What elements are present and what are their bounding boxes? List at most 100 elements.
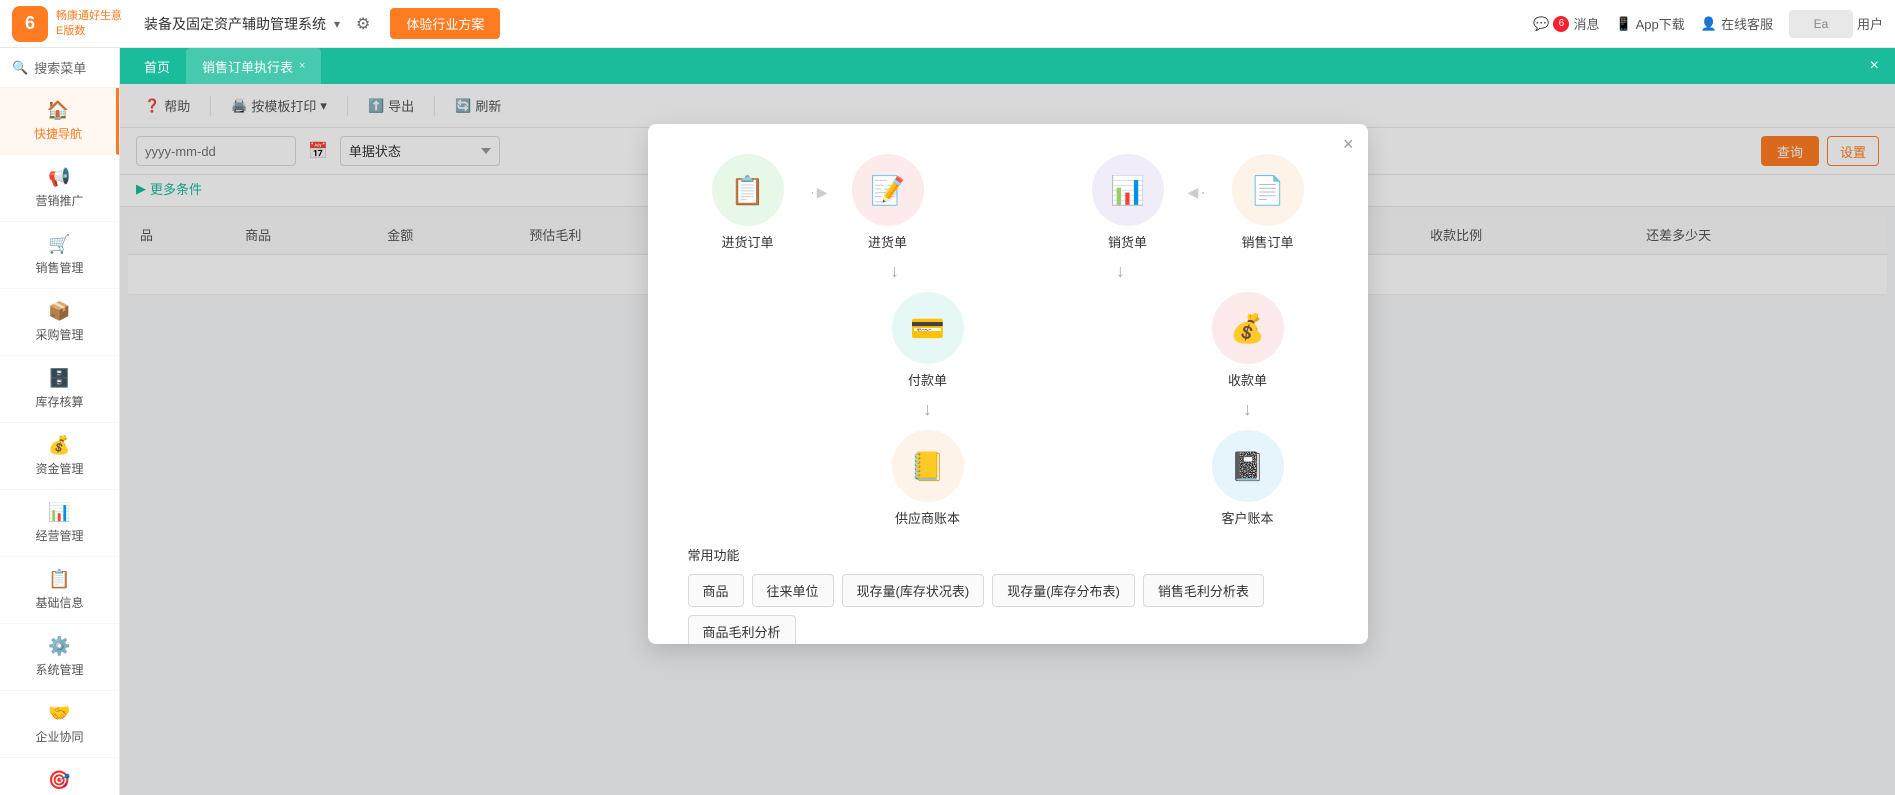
sales-order-icon: 📄 <box>1250 174 1285 207</box>
tab-close-icon[interactable]: × <box>299 60 305 72</box>
inventory-icon: 🗄️ <box>48 368 70 389</box>
sidebar-item-sales[interactable]: 🛒 销售管理 <box>0 222 119 289</box>
modal-close-button[interactable]: × <box>1343 134 1354 155</box>
search-menu[interactable]: 🔍 搜索菜单 <box>0 48 119 88</box>
finance-icon: 💰 <box>48 435 70 456</box>
sales-goods-circle: 📊 <box>1092 154 1164 226</box>
flow-row-arrows: ↓ ↓ <box>688 261 1328 282</box>
arrow-down-2: ↓ <box>1064 261 1177 282</box>
tab-sales-order[interactable]: 销售订单执行表 × <box>186 48 321 84</box>
sidebar-label-system: 系统管理 <box>35 661 83 678</box>
sidebar-item-basic-info[interactable]: 📋 基础信息 <box>0 557 119 624</box>
supplier-ledger-circle: 📒 <box>892 430 964 502</box>
sidebar-label-inventory: 库存核算 <box>35 393 83 410</box>
customer-ledger-label: 客户账本 <box>1221 508 1273 527</box>
purchase-receipt-icon: 📝 <box>870 174 905 207</box>
modal-dialog: × 📋 进货订单 <box>648 124 1368 644</box>
arrow-left-icon-1: ◀ <box>1188 184 1199 201</box>
customer-ledger-circle: 📓 <box>1212 430 1284 502</box>
arrow-down-3: ↓ <box>868 399 988 420</box>
user-item[interactable]: Ea 用户 <box>1789 10 1883 38</box>
payment-in-icon: 💰 <box>1230 312 1265 345</box>
logo-text: 畅康通好生意 E版数 <box>56 9 122 38</box>
modal-overlay[interactable]: × 📋 进货订单 <box>120 84 1895 795</box>
search-icon: 🔍 <box>12 60 28 76</box>
sidebar-item-purchase[interactable]: 📦 采购管理 <box>0 289 119 356</box>
home-icon: 🏠 <box>47 100 69 121</box>
sidebar-item-marketing[interactable]: 📢 营销推广 <box>0 155 119 222</box>
tab-bar: 首页 销售订单执行表 × × <box>120 48 1895 84</box>
tab-close-all-button[interactable]: × <box>1862 53 1887 79</box>
func-btn-product-gross[interactable]: 商品毛利分析 <box>688 615 796 644</box>
func-btn-sales-gross[interactable]: 销售毛利分析表 <box>1143 574 1264 607</box>
online-service-item[interactable]: 👤 在线客服 <box>1701 14 1773 33</box>
arrow-down-1: ↓ <box>838 261 951 282</box>
dashed-line-2 <box>1202 192 1203 194</box>
flow-node-purchase-order[interactable]: 📋 进货订单 <box>688 154 808 251</box>
dropdown-icon[interactable]: ▾ <box>334 17 340 31</box>
flow-row-2: 💳 付款单 💰 收款单 <box>688 292 1328 389</box>
flow-row-1: 📋 进货订单 ▶ <box>688 154 1328 251</box>
flow-node-supplier-ledger[interactable]: 📒 供应商账本 <box>868 430 988 527</box>
message-icon: 💬 <box>1533 16 1549 32</box>
main-layout: 🔍 搜索菜单 🏠 快捷导航 📢 营销推广 🛒 销售管理 📦 采购管理 🗄️ 库存… <box>0 48 1895 795</box>
system-title: 装备及固定资产辅助管理系统 <box>144 14 326 34</box>
modal-body: 📋 进货订单 ▶ <box>648 124 1368 644</box>
sidebar-item-operations[interactable]: 📊 经营管理 <box>0 490 119 557</box>
sidebar-item-inventory[interactable]: 🗄️ 库存核算 <box>0 356 119 423</box>
purchase-order-icon: 📋 <box>730 174 765 207</box>
enterprise-icon: 🤝 <box>48 703 70 724</box>
sidebar-item-finance[interactable]: 💰 资金管理 <box>0 423 119 490</box>
sidebar-label-sales: 销售管理 <box>35 259 83 276</box>
flow-node-payment-out[interactable]: 💳 付款单 <box>868 292 988 389</box>
payment-in-circle: 💰 <box>1212 292 1284 364</box>
search-menu-label: 搜索菜单 <box>34 58 86 77</box>
sidebar-label-quick-nav: 快捷导航 <box>34 125 82 142</box>
func-btn-partner[interactable]: 往来单位 <box>752 574 834 607</box>
sidebar-item-system[interactable]: ⚙️ 系统管理 <box>0 624 119 691</box>
func-btn-stock-dist[interactable]: 现存量(库存分布表) <box>992 574 1135 607</box>
arrow-down-4: ↓ <box>1188 399 1308 420</box>
arrow-right-1: ▶ <box>808 184 828 221</box>
flow-node-purchase-receipt[interactable]: 📝 进货单 <box>828 154 948 251</box>
func-btn-product[interactable]: 商品 <box>688 574 744 607</box>
flow-node-sales-order[interactable]: 📄 销售订单 <box>1208 154 1328 251</box>
flow-node-sales-goods[interactable]: 📊 销货单 <box>1068 154 1188 251</box>
sidebar-item-enterprise[interactable]: 🤝 企业协同 <box>0 691 119 758</box>
sidebar-label-marketing: 营销推广 <box>35 192 83 209</box>
sidebar-item-newbie[interactable]: 🎯 新手引导 <box>0 758 119 795</box>
avatar: Ea <box>1789 10 1853 38</box>
payment-out-label: 付款单 <box>908 370 947 389</box>
sales-goods-icon: 📊 <box>1110 174 1145 207</box>
phone-icon: 📱 <box>1615 16 1631 32</box>
purchase-receipt-circle: 📝 <box>852 154 924 226</box>
header-right: 💬 6 消息 📱 App下载 👤 在线客服 Ea 用户 <box>1533 10 1883 38</box>
settings-icon[interactable]: ⚙ <box>356 14 370 34</box>
func-btn-stock-status[interactable]: 现存量(库存状况表) <box>842 574 985 607</box>
sales-goods-label: 销货单 <box>1108 232 1147 251</box>
func-buttons-row1: 商品 往来单位 现存量(库存状况表) 现存量(库存分布表) 销售毛利分析表 商品… <box>688 574 1328 644</box>
message-item[interactable]: 💬 6 消息 <box>1533 14 1599 33</box>
sidebar: 🔍 搜索菜单 🏠 快捷导航 📢 营销推广 🛒 销售管理 📦 采购管理 🗄️ 库存… <box>0 48 120 795</box>
flow-chart: 📋 进货订单 ▶ <box>688 154 1328 537</box>
payment-out-circle: 💳 <box>892 292 964 364</box>
flow-node-payment-in[interactable]: 💰 收款单 <box>1188 292 1308 389</box>
tab-home[interactable]: 首页 <box>128 48 186 84</box>
app-download-item[interactable]: 📱 App下载 <box>1615 14 1684 33</box>
supplier-ledger-label: 供应商账本 <box>895 508 960 527</box>
message-badge: 6 <box>1553 16 1569 32</box>
flow-node-customer-ledger[interactable]: 📓 客户账本 <box>1188 430 1308 527</box>
sales-order-label: 销售订单 <box>1241 232 1293 251</box>
user-label: 用户 <box>1857 14 1883 33</box>
basic-info-icon: 📋 <box>48 569 70 590</box>
page-content: ❓ 帮助 🖨️ 按模板打印 ▾ ⬆️ 导出 🔄 刷新 <box>120 84 1895 795</box>
flow-row-3: 📒 供应商账本 📓 客户账本 <box>688 430 1328 527</box>
trial-button[interactable]: 体验行业方案 <box>390 8 500 39</box>
sidebar-item-quick-nav[interactable]: 🏠 快捷导航 <box>0 88 119 155</box>
sales-order-circle: 📄 <box>1232 154 1304 226</box>
sales-icon: 🛒 <box>48 234 70 255</box>
online-service-label: 在线客服 <box>1721 14 1773 33</box>
arrow-left-1: ◀ <box>1188 184 1208 221</box>
service-icon: 👤 <box>1701 16 1717 32</box>
arrow-right-icon-1: ▶ <box>817 184 828 201</box>
